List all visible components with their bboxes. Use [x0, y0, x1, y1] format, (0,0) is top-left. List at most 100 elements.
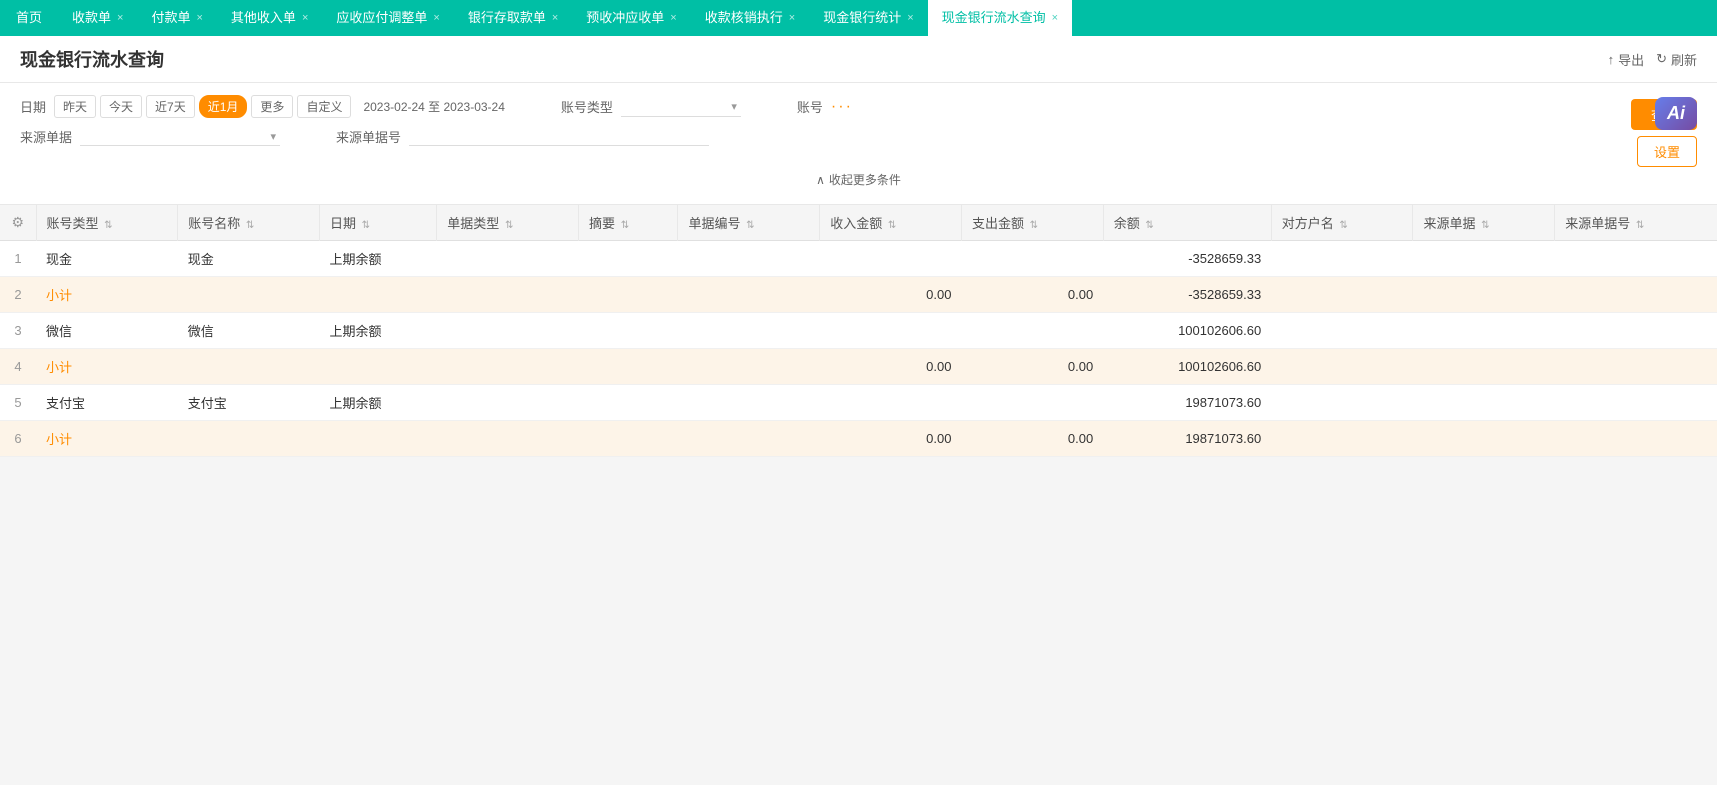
- nav-tab-0[interactable]: 收款单 ×: [58, 0, 137, 36]
- collapse-label: ∧ 收起更多条件: [816, 171, 901, 188]
- col-doc-no[interactable]: 单据编号 ⇅: [678, 205, 820, 241]
- cell-doc-type: [437, 313, 579, 349]
- cell-counterparty: [1271, 313, 1413, 349]
- close-tab-7[interactable]: ×: [907, 0, 913, 36]
- cell-account-type: 微信: [36, 313, 178, 349]
- cell-account-type: 小计: [36, 349, 178, 385]
- date-btn-1month[interactable]: 近1月: [199, 95, 248, 118]
- cell-expense: [961, 313, 1103, 349]
- cell-doc-no: [678, 421, 820, 457]
- close-tab-5[interactable]: ×: [670, 0, 676, 36]
- header-actions: ↑ 导出 ↻ 刷新: [1608, 50, 1697, 69]
- cell-date: [320, 421, 437, 457]
- col-account-name[interactable]: 账号名称 ⇅: [178, 205, 320, 241]
- account-type-select-wrapper: [621, 97, 741, 117]
- date-btn-more[interactable]: 更多: [251, 95, 293, 118]
- main-table: ⚙ 账号类型 ⇅ 账号名称 ⇅ 日期 ⇅ 单据类型 ⇅: [0, 205, 1717, 457]
- source-doc-num-label: 来源单据号: [336, 127, 401, 146]
- cell-doc-type: [437, 385, 579, 421]
- nav-tab-6[interactable]: 收款核销执行 ×: [691, 0, 809, 36]
- sort-icon-expense: ⇅: [1030, 220, 1038, 231]
- close-tab-1[interactable]: ×: [196, 0, 202, 36]
- close-tab-4[interactable]: ×: [552, 0, 558, 36]
- cell-source-doc: [1413, 313, 1555, 349]
- close-tab-8[interactable]: ×: [1052, 0, 1058, 36]
- nav-home[interactable]: 首页: [0, 0, 58, 36]
- sort-icon-balance: ⇅: [1145, 220, 1153, 231]
- gear-icon[interactable]: ⚙: [11, 214, 24, 230]
- date-options: 昨天 今天 近7天 近1月 更多 自定义: [54, 95, 351, 118]
- ai-badge[interactable]: Ai: [1655, 97, 1697, 130]
- nav-tab-4[interactable]: 银行存取款单 ×: [454, 0, 572, 36]
- refresh-button[interactable]: ↻ 刷新: [1656, 50, 1697, 69]
- date-btn-custom[interactable]: 自定义: [297, 95, 351, 118]
- source-doc-select[interactable]: [80, 126, 280, 146]
- account-number-ellipsis[interactable]: ···: [831, 98, 853, 116]
- filter-row-2: 来源单据 来源单据号: [20, 126, 1631, 146]
- date-btn-yesterday[interactable]: 昨天: [54, 95, 96, 118]
- cell-source-doc: [1413, 277, 1555, 313]
- col-balance[interactable]: 余额 ⇅: [1103, 205, 1271, 241]
- col-expense[interactable]: 支出金额 ⇅: [961, 205, 1103, 241]
- chevron-up-icon: ∧: [816, 173, 825, 187]
- export-button[interactable]: ↑ 导出: [1608, 50, 1645, 69]
- cell-income: [820, 313, 962, 349]
- cell-balance: -3528659.33: [1103, 241, 1271, 277]
- close-tab-0[interactable]: ×: [117, 0, 123, 36]
- sort-icon-doc-no: ⇅: [746, 220, 754, 231]
- sort-icon-income: ⇅: [888, 220, 896, 231]
- cell-source-doc-no: [1555, 385, 1717, 421]
- col-income[interactable]: 收入金额 ⇅: [820, 205, 962, 241]
- export-icon: ↑: [1608, 52, 1615, 67]
- cell-income: [820, 241, 962, 277]
- cell-account-type: 支付宝: [36, 385, 178, 421]
- cell-date: [320, 277, 437, 313]
- cell-source-doc-no: [1555, 277, 1717, 313]
- cell-counterparty: [1271, 241, 1413, 277]
- nav-tab-5[interactable]: 预收冲应收单 ×: [572, 0, 690, 36]
- col-summary[interactable]: 摘要 ⇅: [579, 205, 678, 241]
- nav-tab-8[interactable]: 现金银行流水查询 ×: [928, 0, 1072, 36]
- cell-summary: [579, 241, 678, 277]
- row-num: 4: [0, 349, 36, 385]
- source-doc-label: 来源单据: [20, 127, 72, 146]
- cell-balance: 19871073.60: [1103, 421, 1271, 457]
- date-btn-today[interactable]: 今天: [100, 95, 142, 118]
- nav-tab-3[interactable]: 应收应付调整单 ×: [322, 0, 453, 36]
- account-type-select[interactable]: [621, 97, 741, 117]
- row-num: 2: [0, 277, 36, 313]
- nav-tab-7[interactable]: 现金银行统计 ×: [809, 0, 927, 36]
- account-number-filter: 账号 ···: [797, 97, 853, 116]
- filter-area: 日期 昨天 今天 近7天 近1月 更多 自定义 2023-02-24 至 202…: [0, 83, 1717, 205]
- date-btn-7days[interactable]: 近7天: [146, 95, 195, 118]
- col-account-type[interactable]: 账号类型 ⇅: [36, 205, 178, 241]
- close-tab-3[interactable]: ×: [433, 0, 439, 36]
- top-nav: 首页 收款单 × 付款单 × 其他收入单 × 应收应付调整单 × 银行存取款单 …: [0, 0, 1717, 36]
- col-source-doc[interactable]: 来源单据 ⇅: [1413, 205, 1555, 241]
- table-row: 6 小计 0.00 0.00 19871073.60: [0, 421, 1717, 457]
- table-row: 1 现金 现金 上期余额 -3528659.33: [0, 241, 1717, 277]
- table-row: 4 小计 0.00 0.00 100102606.60: [0, 349, 1717, 385]
- collapse-bar[interactable]: ∧ 收起更多条件: [20, 167, 1697, 196]
- nav-tab-1[interactable]: 付款单 ×: [137, 0, 216, 36]
- cell-account-name: [178, 277, 320, 313]
- cell-date: 上期余额: [320, 313, 437, 349]
- col-date[interactable]: 日期 ⇅: [320, 205, 437, 241]
- nav-tab-2[interactable]: 其他收入单 ×: [217, 0, 322, 36]
- cell-expense: 0.00: [961, 349, 1103, 385]
- cell-income: [820, 385, 962, 421]
- cell-summary: [579, 277, 678, 313]
- cell-expense: [961, 241, 1103, 277]
- settings-button[interactable]: 设置: [1637, 136, 1697, 167]
- source-doc-num-input[interactable]: [409, 126, 709, 146]
- col-counterparty[interactable]: 对方户名 ⇅: [1271, 205, 1413, 241]
- filter-row-1: 日期 昨天 今天 近7天 近1月 更多 自定义 2023-02-24 至 202…: [20, 95, 1631, 118]
- col-source-doc-no[interactable]: 来源单据号 ⇅: [1555, 205, 1717, 241]
- cell-doc-no: [678, 385, 820, 421]
- cell-account-name: 现金: [178, 241, 320, 277]
- col-doc-type[interactable]: 单据类型 ⇅: [437, 205, 579, 241]
- close-tab-6[interactable]: ×: [789, 0, 795, 36]
- date-range: 2023-02-24 至 2023-03-24: [363, 98, 504, 115]
- close-tab-2[interactable]: ×: [302, 0, 308, 36]
- cell-doc-type: [437, 421, 579, 457]
